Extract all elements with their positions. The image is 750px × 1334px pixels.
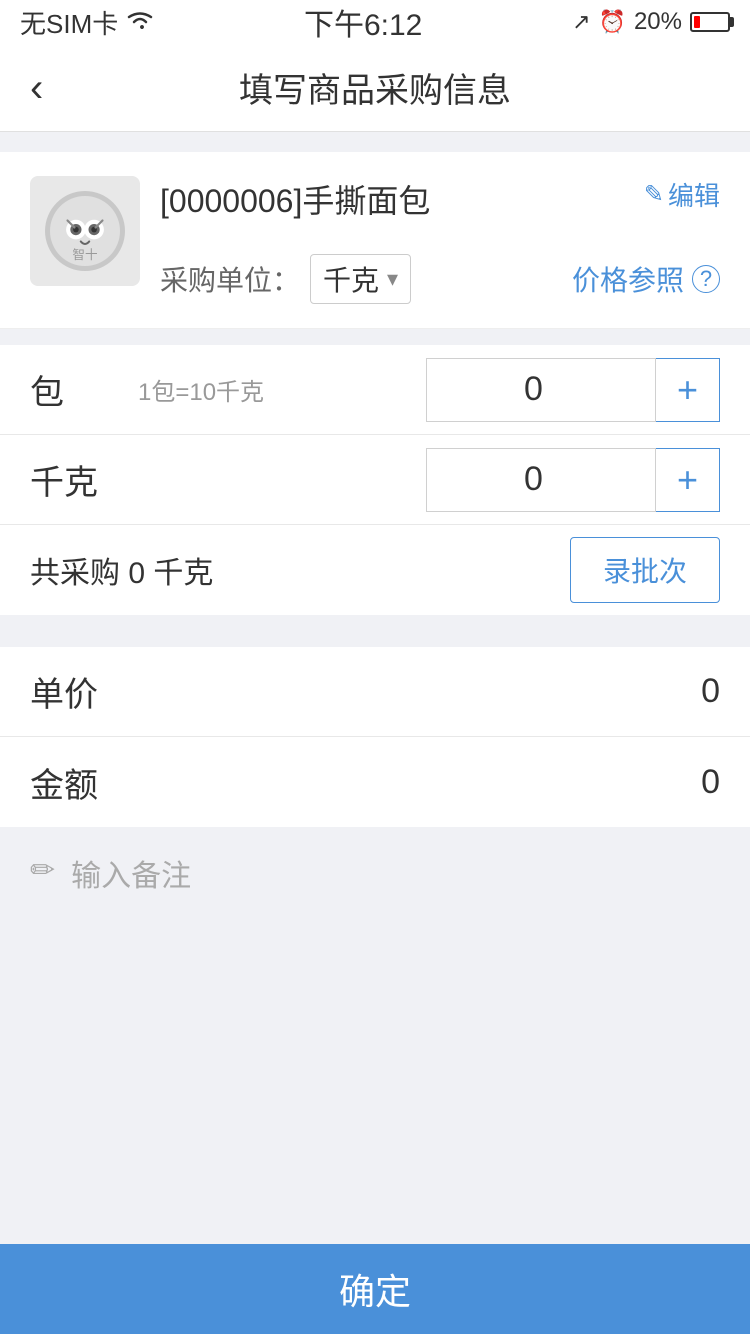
amount-label: 金额 [30,758,98,807]
battery-fill [694,16,700,28]
input-section: 包 1包=10千克 + 千克 + 共采购 0 千克 录批次 [0,345,750,615]
price-ref-label: 价格参照 [572,259,684,299]
divider-1 [0,329,750,345]
battery-icon [690,12,730,32]
total-purchase-text: 共采购 0 千克 [30,548,213,592]
record-batch-button[interactable]: 录批次 [570,537,720,603]
bag-label: 包 [30,365,130,414]
product-name: [0000006]手撕面包 [160,176,430,222]
kg-label: 千克 [30,455,130,504]
summary-row: 共采购 0 千克 录批次 [0,525,750,615]
product-image: 智十 [30,176,140,286]
price-ref-help-icon: ? [692,265,720,293]
bag-plus-button[interactable]: + [656,358,720,422]
unit-price-label: 单价 [30,667,98,716]
unit-price-value: 0 [701,672,720,711]
product-thumbnail: 智十 [45,191,125,271]
edit-icon: ✎ [644,180,664,209]
time-display: 下午6:12 [304,0,422,44]
unit-selector: 采购单位： 千克 ▾ [160,254,411,304]
alarm-icon: ⏰ [599,9,626,35]
carrier-label: 无SIM卡 [20,4,118,41]
bag-quantity-input[interactable] [426,358,656,422]
dropdown-arrow-icon: ▾ [387,266,398,292]
divider-2 [0,615,750,631]
confirm-button[interactable]: 确定 [0,1244,750,1334]
unit-value: 千克 [323,259,379,299]
price-info-section: 单价 0 金额 0 [0,647,750,827]
unit-label: 采购单位： [160,259,300,299]
location-icon: ↗ [572,9,590,35]
product-info: [0000006]手撕面包 ✎ 编辑 采购单位： 千克 ▾ 价格参照 ? [160,176,720,304]
back-button[interactable]: ‹ [30,68,43,108]
product-unit-row: 采购单位： 千克 ▾ 价格参照 ? [160,254,720,304]
amount-value: 0 [701,763,720,802]
bottom-spacer [0,947,750,1247]
remark-section[interactable]: ✏ 输入备注 [0,827,750,947]
kg-plus-button[interactable]: + [656,448,720,512]
kg-input-row: 千克 + [0,435,750,525]
bag-input-row: 包 1包=10千克 + [0,345,750,435]
confirm-button-label: 确定 [339,1263,411,1315]
edit-button[interactable]: ✎ 编辑 [644,176,720,213]
price-ref-button[interactable]: 价格参照 ? [572,259,720,299]
bag-sublabel: 1包=10千克 [138,372,264,407]
unit-price-row: 单价 0 [0,647,750,737]
battery-percent: 20% [634,8,682,36]
nav-bar: ‹ 填写商品采购信息 [0,44,750,132]
owl-logo: 智十 [50,196,120,266]
kg-input-right: + [426,448,720,512]
wifi-icon [126,7,154,38]
status-right: ↗ ⏰ 20% [572,8,730,36]
product-card: 智十 [0000006]手撕面包 ✎ 编辑 采购单位： 千克 ▾ 价格参照 [0,152,750,329]
status-bar: 无SIM卡 下午6:12 ↗ ⏰ 20% [0,0,750,44]
amount-row: 金额 0 [0,737,750,827]
svg-text:智十: 智十 [72,248,97,262]
remark-placeholder: 输入备注 [71,851,191,895]
page-title: 填写商品采购信息 [239,63,511,112]
bag-input-right: + [426,358,720,422]
pencil-icon: ✏ [30,853,55,888]
unit-dropdown[interactable]: 千克 ▾ [310,254,411,304]
kg-quantity-input[interactable] [426,448,656,512]
status-left: 无SIM卡 [20,4,154,41]
